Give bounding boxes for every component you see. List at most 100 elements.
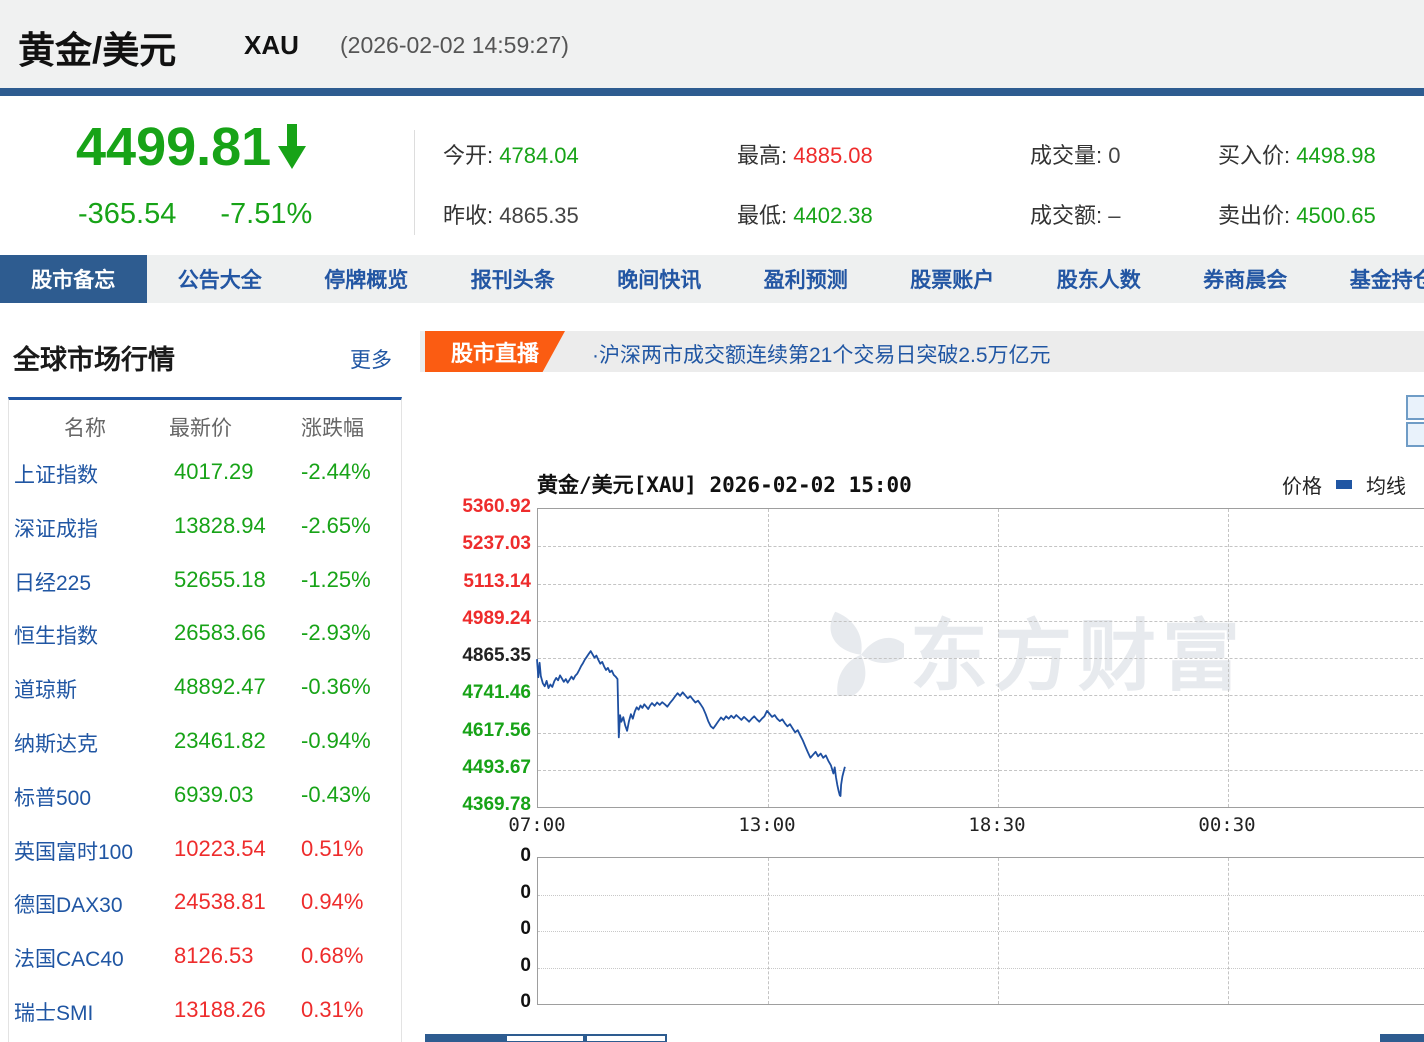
period-tab-stub-right[interactable] <box>1380 1034 1424 1042</box>
edge-widget-top[interactable] <box>1406 395 1424 420</box>
price-tick-2: 5113.14 <box>441 571 531 593</box>
quote-divider <box>414 130 415 235</box>
markets-table: 名称 最新价 涨跌幅 上证指数4017.29-2.44%深证成指13828.94… <box>8 397 402 1042</box>
edge-widget-bottom[interactable] <box>1406 422 1424 447</box>
instrument-title: 黄金/美元 <box>18 20 176 74</box>
time-tick-2: 18:30 <box>968 814 1025 836</box>
volume-chart-plot-area[interactable] <box>537 857 1424 1005</box>
price-tick-3: 4989.24 <box>441 608 531 630</box>
market-link-0[interactable]: 上证指数 <box>14 459 98 489</box>
stat-3: 最低: 4402.38 <box>737 198 873 230</box>
price-tick-0: 5360.92 <box>441 496 531 518</box>
volume-gridline <box>538 931 1424 932</box>
chart-legend: 价格 均线 <box>1282 470 1406 499</box>
market-row-4: 道琼斯48892.47-0.36% <box>9 660 401 714</box>
price-tick-8: 4369.78 <box>441 794 531 816</box>
market-link-6[interactable]: 标普500 <box>14 782 91 812</box>
volume-time-gridline <box>768 858 769 1004</box>
header-divider-bar <box>0 88 1424 96</box>
volume-tick-0: 0 <box>441 845 531 867</box>
volume-time-gridline <box>998 858 999 1004</box>
live-badge: 股市直播 <box>425 331 565 372</box>
legend-price-label: 价格 <box>1282 470 1322 499</box>
price-gridline <box>538 584 1424 585</box>
time-tick-1: 13:00 <box>738 814 795 836</box>
nav-tab-9[interactable]: 基金持仓 <box>1319 255 1424 303</box>
nav-tab-0[interactable]: 股市备忘 <box>0 255 147 303</box>
volume-gridline <box>538 895 1424 896</box>
col-last: 最新价 <box>169 412 232 442</box>
market-link-4[interactable]: 道琼斯 <box>14 674 77 704</box>
market-link-1[interactable]: 深证成指 <box>14 513 98 543</box>
price-tick-6: 4617.56 <box>441 720 531 742</box>
app-header: 黄金/美元 XAU (2026-02-02 14:59:27) <box>0 0 1424 88</box>
period-tab-stub-3[interactable] <box>585 1034 667 1042</box>
period-tab-stub-2[interactable] <box>505 1034 585 1042</box>
market-link-8[interactable]: 德国DAX30 <box>14 889 123 919</box>
stat-5: 成交额: – <box>1030 198 1121 230</box>
section-nav: 股市备忘公告大全停牌概览报刊头条晚间快讯盈利预测股票账户股东人数券商晨会基金持仓 <box>0 255 1424 303</box>
markets-table-header: 名称 最新价 涨跌幅 <box>9 400 401 445</box>
price-tick-1: 5237.03 <box>441 533 531 555</box>
period-tab-stub-1[interactable] <box>425 1034 505 1042</box>
price-tick-5: 4741.46 <box>441 682 531 704</box>
market-link-5[interactable]: 纳斯达克 <box>14 728 98 758</box>
price-gridline <box>538 658 1424 659</box>
market-link-7[interactable]: 英国富时100 <box>14 836 133 866</box>
quote-timestamp: (2026-02-02 14:59:27) <box>340 32 569 59</box>
last-price-value: 4499.81 <box>76 116 271 178</box>
stat-7: 卖出价: 4500.65 <box>1218 198 1376 230</box>
market-row-6: 标普5006939.03-0.43% <box>9 768 401 822</box>
market-link-2[interactable]: 日经225 <box>14 567 91 597</box>
market-row-5: 纳斯达克23461.82-0.94% <box>9 714 401 768</box>
market-row-7: 英国富时10010223.540.51% <box>9 822 401 876</box>
nav-tab-8[interactable]: 券商晨会 <box>1172 255 1319 303</box>
price-tick-4: 4865.35 <box>441 645 531 667</box>
volume-tick-3: 0 <box>441 955 531 977</box>
stat-6: 买入价: 4498.98 <box>1218 138 1376 170</box>
nav-tab-7[interactable]: 股东人数 <box>1026 255 1173 303</box>
live-banner: 股市直播 ·沪深两市成交额连续第21个交易日突破2.5万亿元 <box>420 331 1424 372</box>
chart-title: 黄金/美元[XAU] 2026-02-02 15:00 <box>537 469 912 499</box>
volume-tick-2: 0 <box>441 918 531 940</box>
market-link-9[interactable]: 法国CAC40 <box>14 943 124 973</box>
sidebar-more-link[interactable]: 更多 <box>350 344 392 374</box>
volume-time-gridline <box>1228 858 1229 1004</box>
price-chart-plot-area[interactable] <box>537 508 1424 808</box>
price-gridline <box>538 621 1424 622</box>
markets-table-body: 上证指数4017.29-2.44%深证成指13828.94-2.65% 日经225… <box>9 445 401 1037</box>
stat-4: 成交量: 0 <box>1030 138 1121 170</box>
nav-tab-2[interactable]: 停牌概览 <box>293 255 440 303</box>
market-row-9: 法国CAC408126.530.68% <box>9 929 401 983</box>
volume-tick-1: 0 <box>441 882 531 904</box>
live-headline-link[interactable]: ·沪深两市成交额连续第21个交易日突破2.5万亿元 <box>592 339 1051 369</box>
time-tick-0: 07:00 <box>508 814 565 836</box>
price-change-row: -365.54 -7.51% <box>78 198 312 231</box>
market-link-3[interactable]: 恒生指数 <box>14 620 98 650</box>
nav-tab-4[interactable]: 晚间快讯 <box>586 255 733 303</box>
market-row-0: 上证指数4017.29-2.44% <box>9 445 401 499</box>
legend-ma-label: 均线 <box>1366 470 1406 499</box>
price-change-pct: -7.51% <box>220 198 312 231</box>
nav-tab-6[interactable]: 股票账户 <box>879 255 1026 303</box>
stat-0: 今开: 4784.04 <box>443 138 579 170</box>
col-pct: 涨跌幅 <box>301 412 364 442</box>
price-tick-7: 4493.67 <box>441 757 531 779</box>
price-change: -365.54 <box>78 198 176 231</box>
market-row-1: 深证成指13828.94-2.65% <box>9 499 401 553</box>
market-row-3: 恒生指数26583.66-2.93% <box>9 606 401 660</box>
price-gridline <box>538 695 1424 696</box>
market-row-10: 瑞士SMI13188.260.31% <box>9 983 401 1037</box>
time-gridline <box>998 509 999 807</box>
last-price: 4499.81 <box>76 116 307 178</box>
instrument-symbol: XAU <box>244 30 299 61</box>
market-link-10[interactable]: 瑞士SMI <box>14 997 93 1027</box>
price-gridline <box>538 770 1424 771</box>
market-row-8: 德国DAX3024538.810.94% <box>9 875 401 929</box>
stat-2: 最高: 4885.08 <box>737 138 873 170</box>
nav-tab-1[interactable]: 公告大全 <box>147 255 294 303</box>
page: 黄金/美元 XAU (2026-02-02 14:59:27) 4499.81 … <box>0 0 1424 1042</box>
nav-tab-5[interactable]: 盈利预测 <box>733 255 880 303</box>
stat-1: 昨收: 4865.35 <box>443 198 579 230</box>
nav-tab-3[interactable]: 报刊头条 <box>440 255 587 303</box>
